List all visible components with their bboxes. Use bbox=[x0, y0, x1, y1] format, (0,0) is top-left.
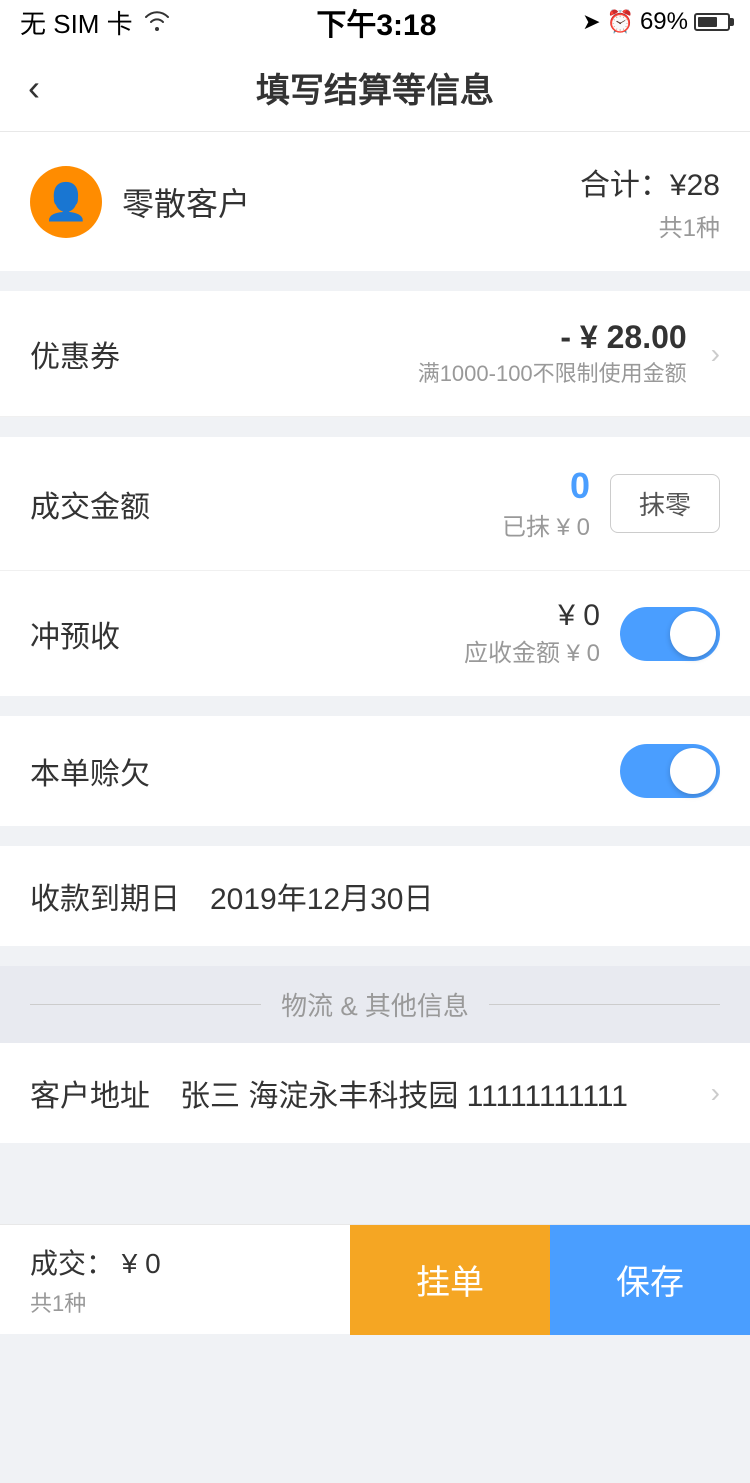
address-label: 客户地址 bbox=[30, 1071, 150, 1115]
debt-label: 本单赊欠 bbox=[30, 749, 150, 793]
address-chevron: › bbox=[711, 1077, 720, 1109]
coupon-label: 优惠券 bbox=[30, 332, 120, 376]
duedate-row: 收款到期日 2019年12月30日 bbox=[30, 874, 720, 918]
address-section[interactable]: 客户地址 张三 海淀永丰科技园 11111111111 › bbox=[0, 1043, 750, 1143]
debt-section: 本单赊欠 bbox=[0, 716, 750, 826]
toggle-knob bbox=[670, 611, 716, 657]
bottom-deal-value: ¥ 0 bbox=[122, 1248, 161, 1279]
customer-avatar: 👤 bbox=[30, 166, 102, 238]
coupon-chevron: › bbox=[711, 338, 720, 370]
debt-toggle[interactable] bbox=[620, 744, 720, 798]
transaction-amount-value[interactable]: 0 bbox=[502, 465, 590, 507]
bottom-count: 共1种 bbox=[30, 1286, 320, 1318]
coupon-values: - ¥ 28.00 满1000-100不限制使用金额 bbox=[418, 319, 687, 388]
customer-count: 共1种 bbox=[580, 208, 720, 243]
transaction-amount-row: 成交金额 0 已抹 ¥ 0 抹零 bbox=[0, 437, 750, 571]
round-off-button[interactable]: 抹零 bbox=[610, 474, 720, 533]
nav-bar: ‹ 填写结算等信息 bbox=[0, 44, 750, 132]
transaction-amount-right: 0 已抹 ¥ 0 抹零 bbox=[502, 465, 720, 542]
status-time: 下午3:18 bbox=[316, 0, 436, 44]
coupon-right: - ¥ 28.00 满1000-100不限制使用金额 › bbox=[418, 319, 720, 388]
prereceipt-values: ¥ 0 应收金额 ¥ 0 bbox=[464, 599, 600, 668]
prereceipt-row: 冲预收 ¥ 0 应收金额 ¥ 0 bbox=[0, 571, 750, 696]
customer-name: 零散客户 bbox=[122, 179, 250, 225]
transaction-amount-values: 0 已抹 ¥ 0 bbox=[502, 465, 590, 542]
location-icon: ➤ bbox=[582, 9, 600, 35]
prereceipt-toggle[interactable] bbox=[620, 607, 720, 661]
bottom-info: 成交： ¥ 0 共1种 bbox=[0, 1242, 350, 1318]
transaction-amount-sub: 已抹 ¥ 0 bbox=[502, 507, 590, 542]
prereceipt-label: 冲预收 bbox=[30, 612, 120, 656]
amount-section: 成交金额 0 已抹 ¥ 0 抹零 冲预收 ¥ 0 应收金额 ¥ 0 bbox=[0, 437, 750, 696]
transaction-amount-label: 成交金额 bbox=[30, 482, 150, 526]
prereceipt-sub: 应收金额 ¥ 0 bbox=[464, 633, 600, 668]
coupon-row[interactable]: 优惠券 - ¥ 28.00 满1000-100不限制使用金额 › bbox=[0, 291, 750, 417]
page-title: 填写结算等信息 bbox=[256, 63, 494, 112]
back-button[interactable]: ‹ bbox=[28, 67, 40, 109]
duedate-value[interactable]: 2019年12月30日 bbox=[210, 874, 433, 918]
save-button[interactable]: 保存 bbox=[550, 1225, 750, 1335]
divider-line-right bbox=[489, 1004, 720, 1005]
duedate-label: 收款到期日 bbox=[30, 874, 180, 918]
coupon-section[interactable]: 优惠券 - ¥ 28.00 满1000-100不限制使用金额 › bbox=[0, 291, 750, 417]
customer-total: 合计：¥28 bbox=[580, 160, 720, 204]
divider-line-left bbox=[30, 1004, 261, 1005]
status-right: ➤ ⏰ 69% bbox=[582, 8, 730, 36]
logistics-label: 物流 & 其他信息 bbox=[261, 986, 489, 1023]
coupon-desc: 满1000-100不限制使用金额 bbox=[418, 356, 687, 388]
prereceipt-amount: ¥ 0 bbox=[464, 599, 600, 633]
address-value: 张三 海淀永丰科技园 11111111111 bbox=[180, 1071, 703, 1115]
bottom-deal-label: 成交： bbox=[30, 1248, 114, 1279]
customer-left: 👤 零散客户 bbox=[30, 166, 250, 238]
status-left: 无 SIM 卡 bbox=[20, 4, 171, 41]
logistics-divider: 物流 & 其他信息 bbox=[0, 966, 750, 1043]
alarm-icon: ⏰ bbox=[607, 9, 634, 35]
battery-text: 69% bbox=[640, 8, 688, 36]
bottom-bar: 成交： ¥ 0 共1种 挂单 保存 bbox=[0, 1224, 750, 1334]
debt-toggle-knob bbox=[670, 748, 716, 794]
coupon-amount: - ¥ 28.00 bbox=[418, 319, 687, 356]
hold-button[interactable]: 挂单 bbox=[350, 1225, 550, 1335]
duedate-section: 收款到期日 2019年12月30日 bbox=[0, 846, 750, 946]
prereceipt-right: ¥ 0 应收金额 ¥ 0 bbox=[464, 599, 720, 668]
customer-right: 合计：¥28 共1种 bbox=[580, 160, 720, 243]
customer-row: 👤 零散客户 合计：¥28 共1种 bbox=[0, 132, 750, 271]
carrier-text: 无 SIM 卡 bbox=[20, 4, 133, 41]
status-bar: 无 SIM 卡 下午3:18 ➤ ⏰ 69% bbox=[0, 0, 750, 44]
battery-icon bbox=[694, 13, 730, 31]
bottom-deal-row: 成交： ¥ 0 bbox=[30, 1242, 320, 1282]
wifi-icon bbox=[143, 7, 171, 38]
avatar-icon: 👤 bbox=[44, 181, 89, 223]
